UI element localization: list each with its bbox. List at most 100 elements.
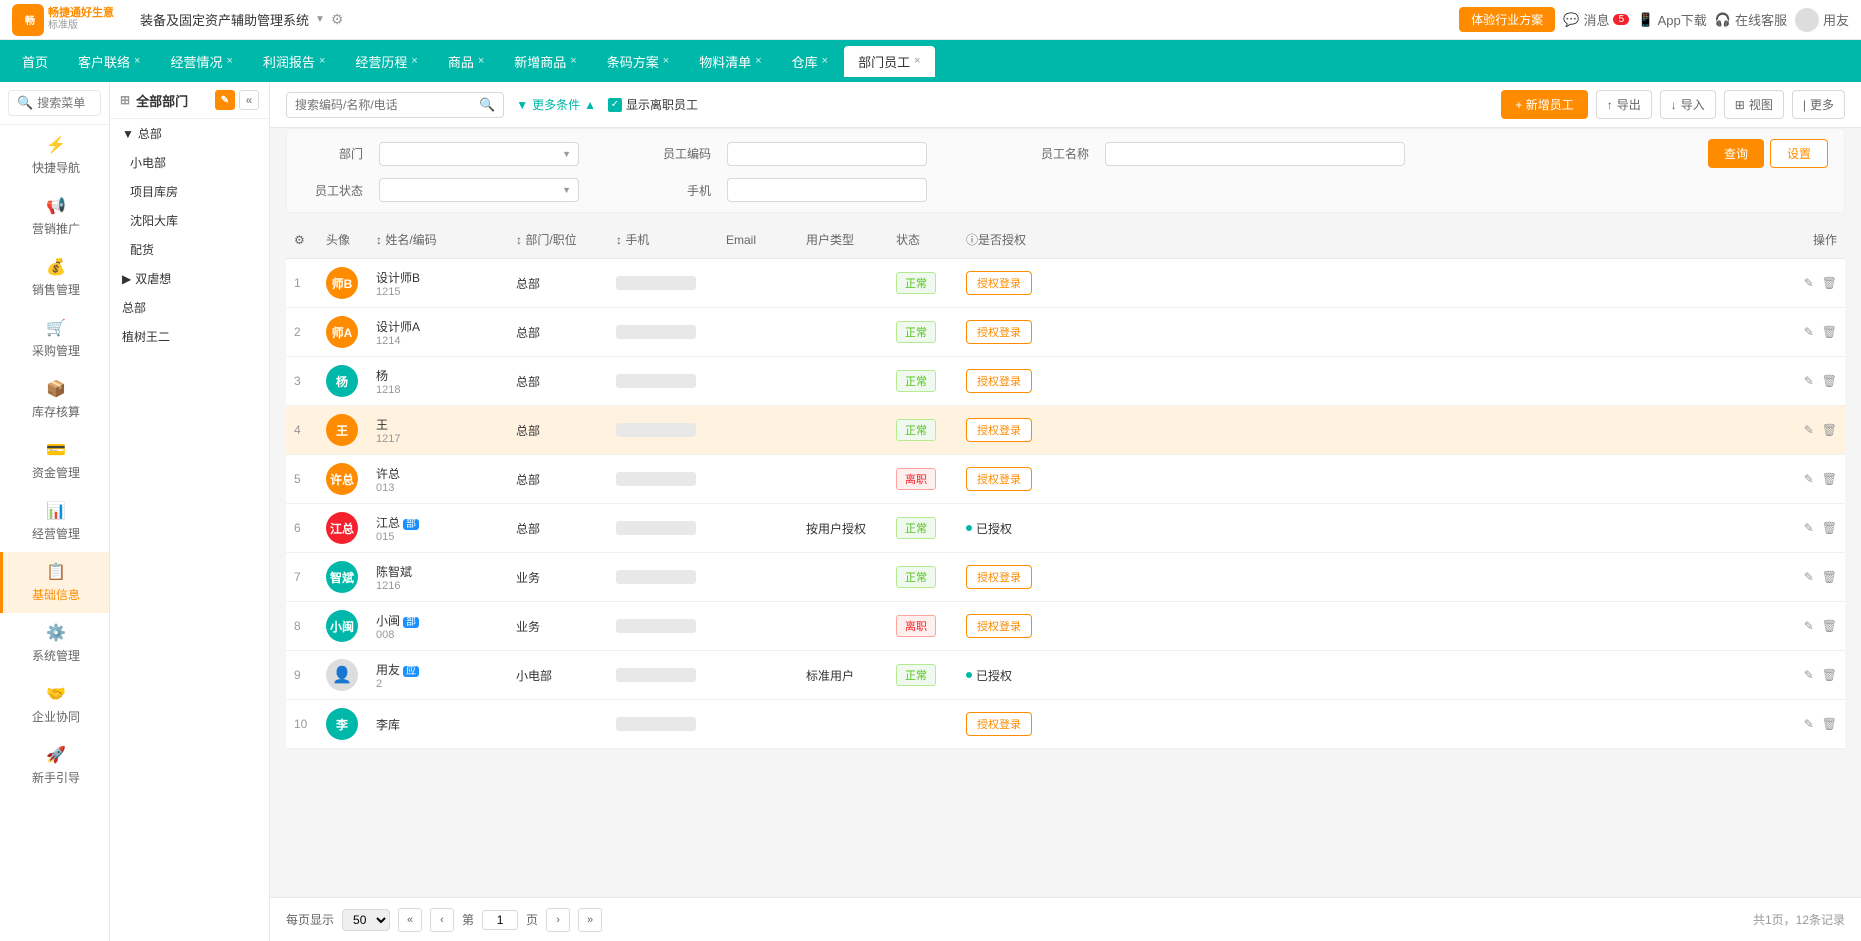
row-auth[interactable]: 授权登录 xyxy=(958,553,1078,602)
row-auth[interactable]: 授权登录 xyxy=(958,357,1078,406)
edit-icon[interactable]: ✎ xyxy=(1804,325,1814,339)
tab-barcode[interactable]: 条码方案 × xyxy=(593,46,683,77)
sidebar-item-quick-nav[interactable]: ⚡ 快捷导航 xyxy=(0,125,109,186)
tab-goods[interactable]: 商品 × xyxy=(434,46,498,77)
more-filter-btn[interactable]: ▼ 更多条件 ▲ xyxy=(516,96,596,113)
app-download-btn[interactable]: 📱 App下载 xyxy=(1637,10,1706,29)
dept-collapse-icon[interactable]: « xyxy=(239,90,259,110)
col-name-code[interactable]: ↕ 姓名/编码 xyxy=(368,221,508,259)
auth-btn[interactable]: 授权登录 xyxy=(966,467,1032,491)
auth-btn[interactable]: 授权登录 xyxy=(966,369,1032,393)
dept-select-wrap[interactable] xyxy=(379,142,579,166)
view-btn[interactable]: ⊞ 视图 xyxy=(1724,90,1784,119)
edit-icon[interactable]: ✎ xyxy=(1804,570,1814,584)
close-icon[interactable]: × xyxy=(226,55,232,67)
delete-icon[interactable]: 🗑 xyxy=(1822,668,1837,682)
close-icon[interactable]: × xyxy=(411,55,417,67)
tab-business[interactable]: 经营情况 × xyxy=(156,46,246,77)
delete-icon[interactable]: 🗑 xyxy=(1822,325,1837,339)
dept-item-shuangnie[interactable]: ▶ 双虐想 xyxy=(110,264,269,293)
tab-customer[interactable]: 客户联络 × xyxy=(64,46,154,77)
online-service-btn[interactable]: 🎧 在线客服 xyxy=(1715,10,1787,29)
delete-icon[interactable]: 🗑 xyxy=(1822,374,1837,388)
col-settings[interactable]: ⚙ xyxy=(286,221,318,259)
close-icon[interactable]: × xyxy=(134,55,140,67)
dept-item-zhishu[interactable]: 植树王二 xyxy=(110,322,269,351)
close-icon[interactable]: × xyxy=(755,55,761,67)
sidebar-item-sales[interactable]: 💰 销售管理 xyxy=(0,247,109,308)
first-page-btn[interactable]: « xyxy=(398,908,422,932)
edit-icon[interactable]: ✎ xyxy=(1804,668,1814,682)
prev-page-btn[interactable]: ‹ xyxy=(430,908,454,932)
more-btn[interactable]: | 更多 xyxy=(1792,90,1845,119)
delete-icon[interactable]: 🗑 xyxy=(1822,472,1837,486)
edit-icon[interactable]: ✎ xyxy=(1804,521,1814,535)
close-icon[interactable]: × xyxy=(319,55,325,67)
tab-department-active[interactable]: 部门员工 × xyxy=(844,46,934,77)
row-auth[interactable]: 授权登录 xyxy=(958,259,1078,308)
tab-profit[interactable]: 利润报告 × xyxy=(249,46,339,77)
delete-icon[interactable]: 🗑 xyxy=(1822,521,1837,535)
show-inactive-wrap[interactable]: ✓ 显示离职员工 xyxy=(608,96,698,113)
sidebar-item-marketing[interactable]: 📢 营销推广 xyxy=(0,186,109,247)
tab-add-goods[interactable]: 新增商品 × xyxy=(500,46,590,77)
dept-item-zongbu[interactable]: 总部 xyxy=(110,293,269,322)
emp-status-select[interactable] xyxy=(379,178,579,202)
dept-item-zongbu-parent[interactable]: ▼ 总部 xyxy=(110,119,269,148)
close-icon[interactable]: × xyxy=(822,55,828,67)
dept-item-peihuo[interactable]: 配货 xyxy=(110,235,269,264)
dept-item-xiaodibu[interactable]: 小电部 xyxy=(110,148,269,177)
tab-home[interactable]: 首页 xyxy=(8,46,62,77)
trial-btn[interactable]: 体验行业方案 xyxy=(1459,7,1555,32)
dropdown-arrow-icon[interactable]: ▼ xyxy=(315,14,325,25)
add-employee-btn[interactable]: + 新增员工 xyxy=(1501,90,1587,119)
auth-btn[interactable]: 授权登录 xyxy=(966,712,1032,736)
current-page-input[interactable] xyxy=(482,910,518,930)
emp-status-select-wrap[interactable] xyxy=(379,178,579,202)
message-btn[interactable]: 💬 消息 5 xyxy=(1563,10,1629,29)
search-input-wrap[interactable]: 🔍 xyxy=(286,92,504,118)
sidebar-item-collab[interactable]: 🤝 企业协同 xyxy=(0,674,109,735)
auth-btn[interactable]: 授权登录 xyxy=(966,320,1032,344)
settings-icon[interactable]: ⚙ xyxy=(331,11,344,28)
export-btn[interactable]: ↑ 导出 xyxy=(1596,90,1652,119)
search-menu-wrap[interactable]: 🔍 xyxy=(8,90,101,116)
edit-icon[interactable]: ✎ xyxy=(1804,717,1814,731)
set-btn[interactable]: 设置 xyxy=(1770,139,1828,168)
dept-item-shenyang[interactable]: 沈阳大库 xyxy=(110,206,269,235)
dept-select[interactable] xyxy=(379,142,579,166)
close-icon[interactable]: × xyxy=(914,55,920,67)
delete-icon[interactable]: 🗑 xyxy=(1822,717,1837,731)
row-auth[interactable]: 授权登录 xyxy=(958,406,1078,455)
sidebar-item-finance[interactable]: 💳 资金管理 xyxy=(0,430,109,491)
row-auth[interactable]: 授权登录 xyxy=(958,308,1078,357)
auth-btn[interactable]: 授权登录 xyxy=(966,614,1032,638)
col-phone[interactable]: ↕ 手机 xyxy=(608,221,718,259)
row-auth[interactable]: 授权登录 xyxy=(958,700,1078,749)
close-icon[interactable]: × xyxy=(663,55,669,67)
auth-btn[interactable]: 授权登录 xyxy=(966,271,1032,295)
delete-icon[interactable]: 🗑 xyxy=(1822,619,1837,633)
user-menu[interactable]: 用友 xyxy=(1795,8,1849,32)
search-menu-input[interactable] xyxy=(37,96,92,110)
auth-btn[interactable]: 授权登录 xyxy=(966,418,1032,442)
next-page-btn[interactable]: › xyxy=(546,908,570,932)
auth-btn[interactable]: 授权登录 xyxy=(966,565,1032,589)
row-auth[interactable]: 授权登录 xyxy=(958,455,1078,504)
search-input[interactable] xyxy=(295,98,475,112)
show-inactive-checkbox[interactable]: ✓ xyxy=(608,98,622,112)
per-page-select[interactable]: 50 xyxy=(342,909,390,931)
emp-code-input[interactable] xyxy=(727,142,927,166)
emp-name-input[interactable] xyxy=(1105,142,1405,166)
col-dept-position[interactable]: ↕ 部门/职位 xyxy=(508,221,608,259)
edit-icon[interactable]: ✎ xyxy=(1804,619,1814,633)
edit-icon[interactable]: ✎ xyxy=(1804,423,1814,437)
sidebar-item-basic-info[interactable]: 📋 基础信息 xyxy=(0,552,109,613)
sidebar-item-operation[interactable]: 📊 经营管理 xyxy=(0,491,109,552)
tab-history[interactable]: 经营历程 × xyxy=(341,46,431,77)
edit-icon[interactable]: ✎ xyxy=(1804,276,1814,290)
import-btn[interactable]: ↓ 导入 xyxy=(1660,90,1716,119)
close-icon[interactable]: × xyxy=(570,55,576,67)
delete-icon[interactable]: 🗑 xyxy=(1822,570,1837,584)
sidebar-item-guide[interactable]: 🚀 新手引导 xyxy=(0,735,109,796)
